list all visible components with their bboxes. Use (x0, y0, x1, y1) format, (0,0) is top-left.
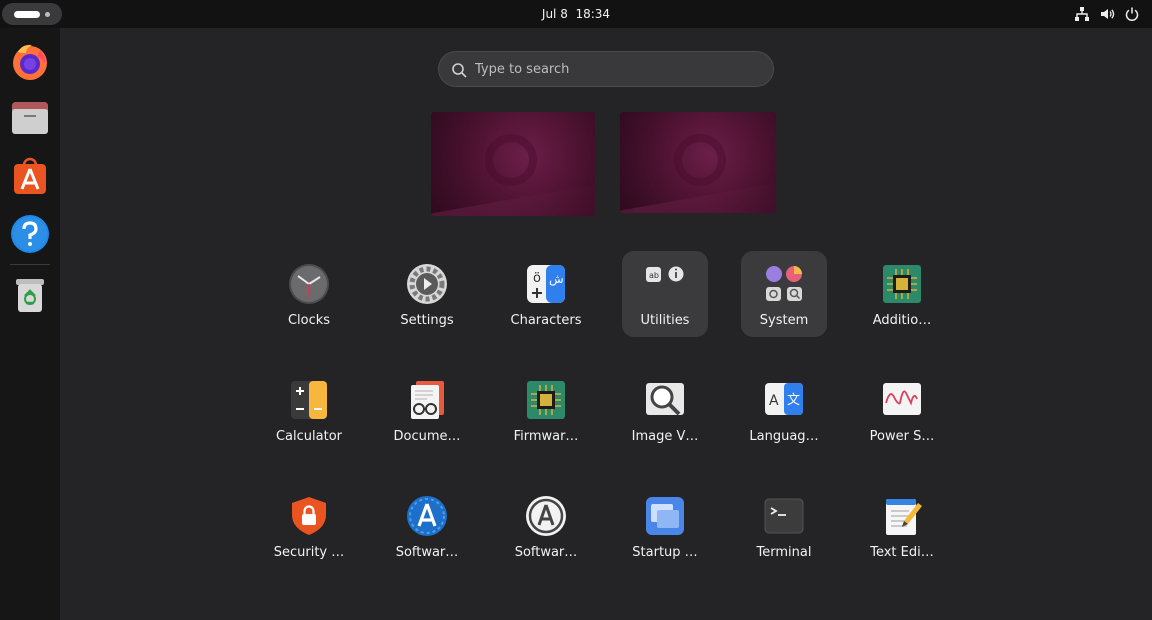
settings-gear-icon (407, 264, 447, 304)
network-icon[interactable] (1074, 6, 1090, 22)
app-label: Calculator (275, 429, 342, 444)
app-firmware-updater[interactable]: Firmwar… (503, 367, 589, 453)
svg-text:ش: ش (549, 272, 564, 287)
characters-icon: ö ش (527, 265, 565, 303)
dock-item-files[interactable] (8, 96, 52, 140)
top-bar: Jul 8 18:34 (0, 0, 1152, 28)
clock: Jul 8 18:34 (0, 0, 1152, 28)
folder-icon (12, 102, 48, 134)
terminal-icon (764, 498, 804, 534)
trash-icon (16, 279, 44, 312)
app-folder-utilities[interactable]: ab Utilities (622, 251, 708, 337)
svg-text:ab: ab (649, 271, 659, 280)
workspace-indicator-active (14, 11, 40, 18)
system-tray[interactable] (1074, 6, 1140, 22)
app-additional-drivers[interactable]: Additio… (859, 251, 945, 337)
app-label: Text Edi… (870, 545, 934, 560)
dock-item-app-center[interactable] (8, 154, 52, 198)
app-document-viewer[interactable]: Docume… (384, 367, 470, 453)
app-software-updater[interactable]: Softwar… (384, 483, 470, 569)
app-terminal[interactable]: Terminal (741, 483, 827, 569)
clock-date[interactable]: Jul 8 (542, 7, 568, 21)
dock-item-trash[interactable] (8, 272, 52, 316)
volume-icon[interactable] (1099, 6, 1115, 22)
startup-apps-icon (646, 497, 684, 535)
dock-separator (10, 264, 50, 265)
app-language-support[interactable]: A 文 Languag… (741, 367, 827, 453)
app-label: System (759, 313, 809, 328)
search-icon (452, 63, 467, 78)
power-icon[interactable] (1124, 6, 1140, 22)
app-label: Utilities (640, 313, 690, 328)
app-settings[interactable]: Settings (384, 251, 470, 337)
firmware-chip-icon (527, 381, 565, 419)
app-characters[interactable]: ö ش Characters (503, 251, 589, 337)
image-viewer-icon (646, 383, 684, 416)
app-label: Startup … (632, 545, 698, 560)
app-center-icon (14, 157, 46, 194)
app-label: Additio… (872, 313, 932, 328)
chip-icon (883, 265, 921, 303)
svg-text:A: A (769, 393, 779, 409)
desktop-overview: { "topbar": { "date": "Jul 8", "time": "… (0, 0, 1152, 620)
wallpaper-graphic (674, 134, 726, 186)
utilities-folder-icon: ab (646, 266, 684, 282)
app-text-editor[interactable]: Text Edi… (859, 483, 945, 569)
search-bar[interactable] (438, 51, 774, 87)
app-image-viewer[interactable]: Image V… (622, 367, 708, 453)
app-label: Clocks (287, 313, 331, 328)
svg-text:文: 文 (787, 393, 800, 408)
document-viewer-icon (411, 381, 444, 419)
software-properties-icon (526, 496, 566, 536)
app-label: Firmwar… (513, 429, 579, 444)
dock (0, 28, 60, 620)
dock-item-help[interactable] (8, 212, 52, 256)
app-label: Security … (273, 545, 345, 560)
activities-button[interactable] (2, 3, 62, 25)
shield-lock-icon (292, 497, 326, 535)
app-label: Characters (510, 313, 582, 328)
clock-icon (289, 264, 329, 304)
wallpaper-graphic (485, 134, 537, 186)
app-clocks[interactable]: Clocks (266, 251, 352, 337)
dock-item-firefox[interactable] (8, 40, 52, 84)
firefox-icon (13, 44, 47, 80)
app-label: Power S… (869, 429, 935, 444)
app-label: Terminal (756, 545, 812, 560)
workspace-indicator-dot (45, 12, 50, 17)
system-folder-icon (766, 266, 802, 301)
app-label: Softwar… (395, 545, 459, 560)
app-label: Languag… (749, 429, 819, 444)
svg-text:ö: ö (533, 271, 541, 286)
text-editor-icon (886, 499, 922, 535)
app-software-properties[interactable]: Softwar… (503, 483, 589, 569)
app-label: Image V… (631, 429, 699, 444)
app-security-center[interactable]: Security … (266, 483, 352, 569)
clock-time[interactable]: 18:34 (575, 7, 610, 21)
app-label: Softwar… (514, 545, 578, 560)
language-icon: A 文 (765, 383, 803, 415)
app-calculator[interactable]: Calculator (266, 367, 352, 453)
workspace-thumbnail-2[interactable] (620, 112, 776, 213)
power-graph-icon (883, 383, 921, 415)
software-updater-icon (407, 496, 447, 536)
calculator-icon (291, 381, 327, 419)
app-label: Settings (400, 313, 454, 328)
workspace-thumbnail-1[interactable] (431, 112, 595, 216)
app-startup-applications[interactable]: Startup … (622, 483, 708, 569)
app-label: Docume… (393, 429, 461, 444)
search-input[interactable] (475, 52, 755, 86)
app-power-statistics[interactable]: Power S… (859, 367, 945, 453)
app-folder-system[interactable]: System (741, 251, 827, 337)
help-icon (11, 215, 49, 253)
